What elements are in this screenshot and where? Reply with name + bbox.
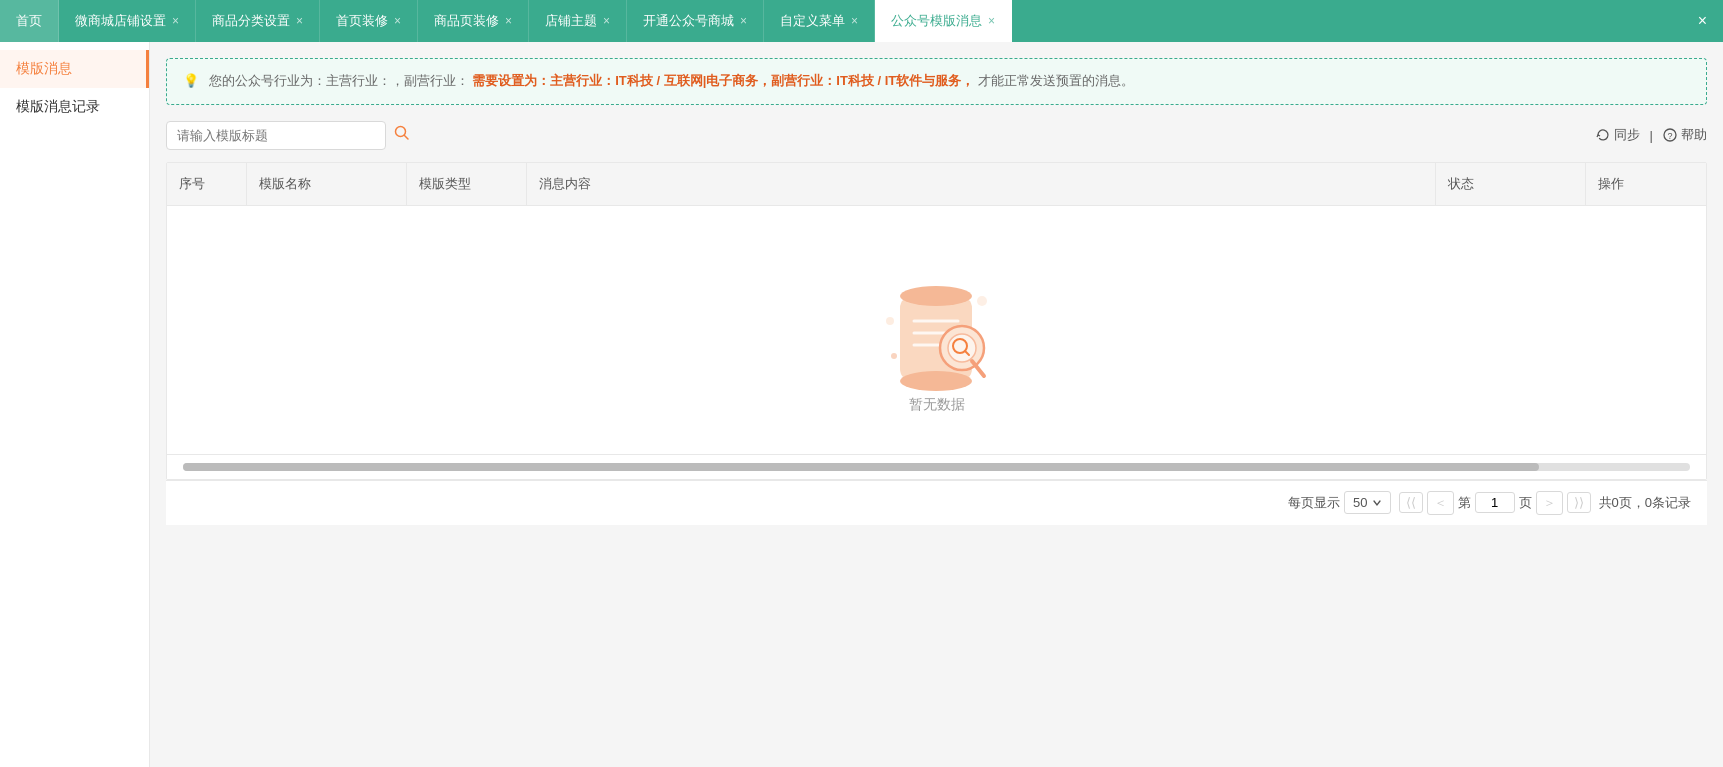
notice-box: 💡 您的公众号行业为：主营行业：，副营行业： 需要设置为：主营行业：IT科技 /… — [166, 58, 1707, 105]
scroll-bar-thumb[interactable] — [183, 463, 1539, 471]
tab-label-store-settings: 微商城店铺设置 — [75, 12, 166, 30]
tab-store-theme[interactable]: 店铺主题 × — [529, 0, 627, 42]
tab-label-category-settings: 商品分类设置 — [212, 12, 290, 30]
main-layout: 模版消息 模版消息记录 💡 您的公众号行业为：主营行业：，副营行业： 需要设置为… — [0, 42, 1723, 767]
page-nav: ⟨⟨ ＜ 第 页 ＞ ⟩⟩ — [1399, 491, 1591, 515]
svg-point-7 — [900, 371, 972, 391]
tab-label-home-decoration: 首页装修 — [336, 12, 388, 30]
th-action: 操作 — [1586, 163, 1706, 205]
tab-label-template-message: 公众号模版消息 — [891, 12, 982, 30]
pagination-total: 共0页，0条记录 — [1599, 494, 1691, 512]
th-name: 模版名称 — [247, 163, 407, 205]
notice-text-prefix: 您的公众号行业为：主营行业：，副营行业： — [209, 73, 469, 88]
first-page-button[interactable]: ⟨⟨ — [1399, 492, 1423, 513]
svg-point-17 — [977, 296, 987, 306]
tab-custom-menu[interactable]: 自定义菜单 × — [764, 0, 875, 42]
empty-text: 暂无数据 — [909, 396, 965, 414]
svg-line-1 — [405, 136, 409, 140]
prev-page-button[interactable]: ＜ — [1427, 491, 1454, 515]
close-tab-custom-menu[interactable]: × — [851, 14, 858, 28]
tab-label-product-decoration: 商品页装修 — [434, 12, 499, 30]
notice-icon: 💡 — [183, 73, 199, 88]
per-page-select: 每页显示 50 — [1288, 491, 1390, 514]
tab-category-settings[interactable]: 商品分类设置 × — [196, 0, 320, 42]
tab-label-open-mall: 开通公众号商城 — [643, 12, 734, 30]
svg-text:?: ? — [1667, 131, 1672, 141]
th-type: 模版类型 — [407, 163, 527, 205]
sidebar-item-template-message[interactable]: 模版消息 — [0, 50, 149, 88]
last-page-button[interactable]: ⟩⟩ — [1567, 492, 1591, 513]
tab-label-home: 首页 — [16, 12, 42, 30]
tab-product-decoration[interactable]: 商品页装修 × — [418, 0, 529, 42]
per-page-label: 每页显示 — [1288, 494, 1340, 512]
next-page-button[interactable]: ＞ — [1536, 491, 1563, 515]
page-label-after: 页 — [1519, 494, 1532, 512]
close-tab-store-settings[interactable]: × — [172, 14, 179, 28]
close-all-button[interactable]: × — [1682, 12, 1723, 30]
notice-text-suffix: 才能正常发送预置的消息。 — [978, 73, 1134, 88]
table-header: 序号 模版名称 模版类型 消息内容 状态 操作 — [167, 163, 1706, 206]
tab-store-settings[interactable]: 微商城店铺设置 × — [59, 0, 196, 42]
data-table: 序号 模版名称 模版类型 消息内容 状态 操作 — [166, 162, 1707, 480]
sync-button[interactable]: 同步 — [1596, 126, 1640, 144]
page-input[interactable] — [1475, 492, 1515, 513]
tab-home-decoration[interactable]: 首页装修 × — [320, 0, 418, 42]
toolbar-divider: | — [1650, 128, 1653, 143]
per-page-dropdown[interactable]: 50 — [1344, 491, 1390, 514]
sidebar: 模版消息 模版消息记录 — [0, 42, 150, 767]
th-index: 序号 — [167, 163, 247, 205]
svg-point-12 — [948, 334, 976, 362]
sidebar-item-template-message-record[interactable]: 模版消息记录 — [0, 88, 149, 126]
tab-label-store-theme: 店铺主题 — [545, 12, 597, 30]
tab-template-message[interactable]: 公众号模版消息 × — [875, 0, 1012, 42]
per-page-value: 50 — [1353, 495, 1367, 510]
notice-highlight: 需要设置为：主营行业：IT科技 / 互联网|电子商务，副营行业：IT科技 / I… — [472, 73, 974, 88]
scroll-bar-track[interactable] — [183, 463, 1690, 471]
svg-point-16 — [886, 317, 894, 325]
svg-point-6 — [900, 286, 972, 306]
dropdown-icon — [1372, 498, 1382, 508]
close-tab-product-decoration[interactable]: × — [505, 14, 512, 28]
svg-point-18 — [891, 353, 897, 359]
close-tab-template-message[interactable]: × — [988, 14, 995, 28]
empty-state: 暂无数据 — [167, 206, 1706, 454]
search-button[interactable] — [394, 125, 410, 145]
top-nav: 首页 微商城店铺设置 × 商品分类设置 × 首页装修 × 商品页装修 × 店铺主… — [0, 0, 1723, 42]
sync-label: 同步 — [1614, 126, 1640, 144]
scroll-area[interactable] — [167, 454, 1706, 479]
content-area: 💡 您的公众号行业为：主营行业：，副营行业： 需要设置为：主营行业：IT科技 /… — [150, 42, 1723, 767]
page-label-before: 第 — [1458, 494, 1471, 512]
empty-illustration — [872, 266, 1002, 396]
tab-open-mall[interactable]: 开通公众号商城 × — [627, 0, 764, 42]
close-tab-home-decoration[interactable]: × — [394, 14, 401, 28]
help-button[interactable]: ? 帮助 — [1663, 126, 1707, 144]
close-tab-category-settings[interactable]: × — [296, 14, 303, 28]
help-label: 帮助 — [1681, 126, 1707, 144]
th-content: 消息内容 — [527, 163, 1436, 205]
tab-label-custom-menu: 自定义菜单 — [780, 12, 845, 30]
pagination: 每页显示 50 ⟨⟨ ＜ 第 页 ＞ ⟩⟩ 共0页，0条记录 — [166, 480, 1707, 525]
search-bar: 同步 | ? 帮助 — [166, 121, 1707, 150]
tab-home[interactable]: 首页 — [0, 0, 59, 42]
search-input[interactable] — [166, 121, 386, 150]
th-status: 状态 — [1436, 163, 1586, 205]
close-tab-store-theme[interactable]: × — [603, 14, 610, 28]
toolbar-right: 同步 | ? 帮助 — [1596, 126, 1707, 144]
close-tab-open-mall[interactable]: × — [740, 14, 747, 28]
